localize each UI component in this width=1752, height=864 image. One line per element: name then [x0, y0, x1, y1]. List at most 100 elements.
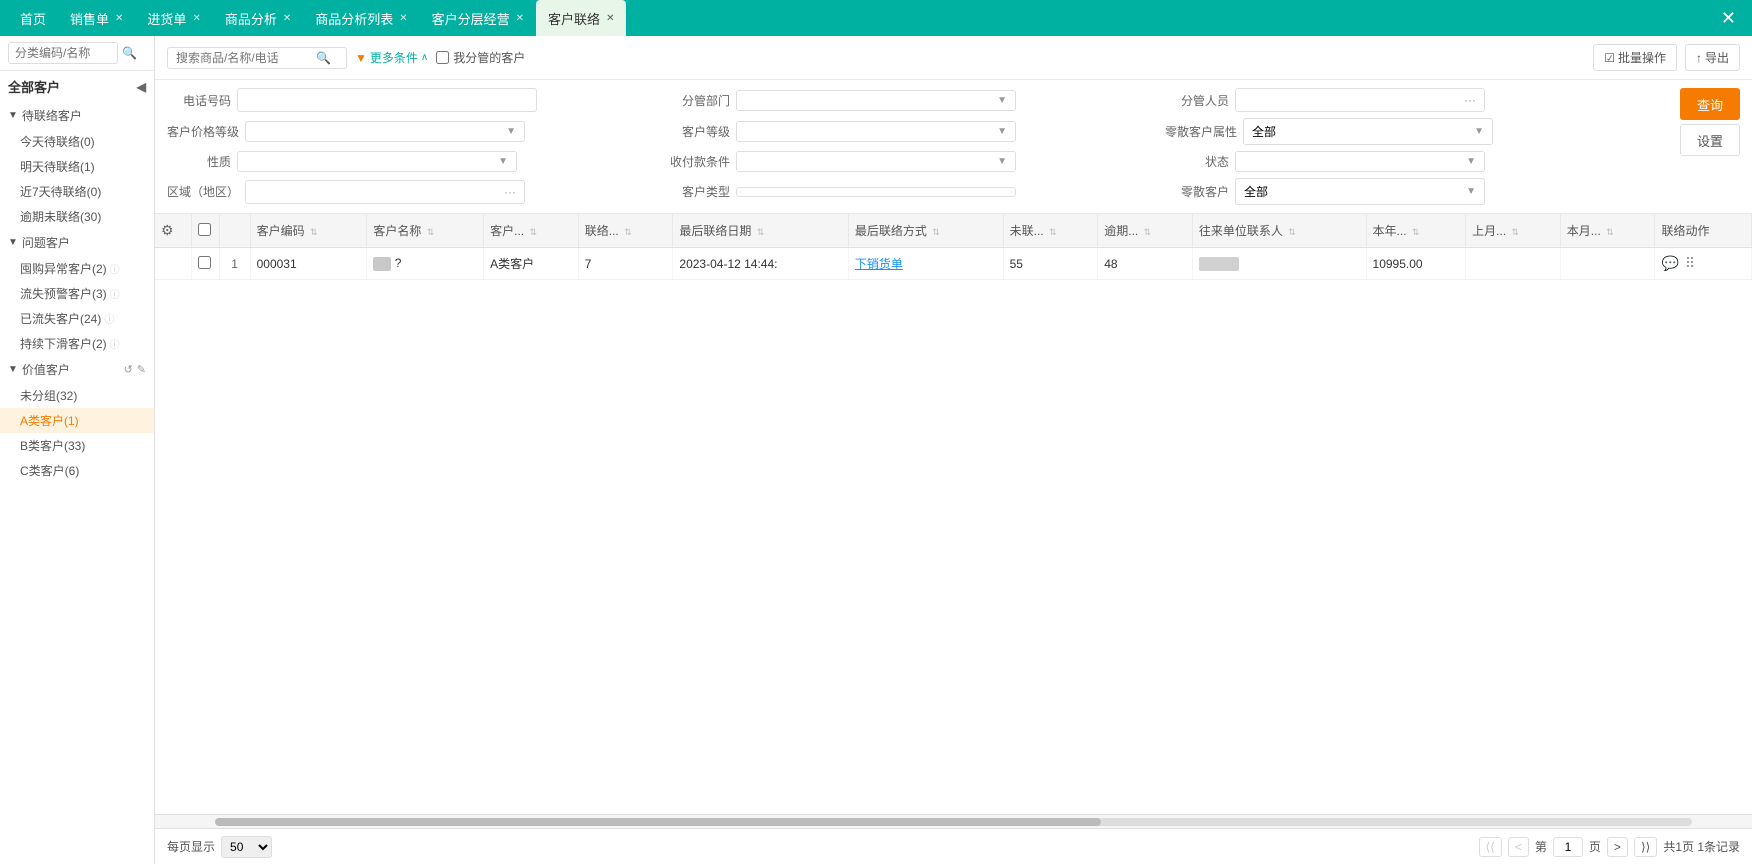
sidebar-item-churn-warning[interactable]: 流失预警客户(3) ⓘ — [0, 281, 154, 306]
filter-cell-person: 分管人员 ··· — [1165, 88, 1664, 112]
customer-level-dropdown-icon: ▼ — [997, 126, 1007, 137]
filter-cell-retail-customer: 零散客户 全部 ▼ — [1165, 178, 1664, 205]
nature-dropdown-icon: ▼ — [498, 156, 508, 167]
sidebar-collapse-icon[interactable]: ◀ — [137, 80, 146, 94]
value-edit-icon[interactable]: ✎ — [137, 363, 146, 376]
filter-search-box[interactable]: 🔍 — [167, 47, 347, 69]
price-level-select[interactable]: ▼ — [245, 121, 525, 142]
page-size-select[interactable]: 50 100 200 — [221, 836, 272, 858]
filter-search-input[interactable] — [176, 51, 316, 65]
close-tab-purchase-icon[interactable]: ✕ — [192, 13, 200, 24]
window-close-button[interactable]: ✕ — [1713, 8, 1744, 29]
page-size-control: 每页显示 50 100 200 — [167, 836, 272, 858]
nature-select[interactable]: ▼ — [237, 151, 517, 172]
nav-tab-sales[interactable]: 销售单 ✕ — [58, 0, 135, 36]
nav-tab-customer-contact[interactable]: 客户联络 ✕ — [536, 0, 626, 36]
next-page-button[interactable]: > — [1607, 837, 1628, 857]
filter-cell-retail-attr: 零散客户属性 全部 ▼ — [1165, 118, 1664, 145]
sidebar-group-problem[interactable]: ▼ 问题客户 — [0, 229, 154, 256]
query-button[interactable]: 查询 — [1680, 88, 1740, 120]
nav-tab-product-list[interactable]: 商品分析列表 ✕ — [303, 0, 419, 36]
sidebar-item-hoarding[interactable]: 囤购异常客户(2) ⓘ — [0, 256, 154, 281]
sidebar-group-pending[interactable]: ▼ 待联络客户 — [0, 102, 154, 129]
nav-tab-customer-mgmt[interactable]: 客户分层经营 ✕ — [420, 0, 536, 36]
filter-cell-price-level: 客户价格等级 ▼ — [167, 121, 666, 142]
data-table-container: ⚙ 客户编码 ⇅ 客户名称 ⇅ — [155, 214, 1752, 814]
row-checkbox[interactable] — [198, 256, 211, 269]
sidebar-item-overdue[interactable]: 逾期未联络(30) — [0, 204, 154, 229]
last-month-sort-icon: ⇅ — [1512, 227, 1520, 237]
payment-select[interactable]: ▼ — [736, 151, 1016, 172]
overdue-sort-icon: ⇅ — [1144, 227, 1152, 237]
sidebar-item-tomorrow[interactable]: 明天待联络(1) — [0, 154, 154, 179]
sidebar-all-label: 全部客户 — [8, 77, 60, 96]
table-settings-icon[interactable]: ⚙ — [161, 222, 174, 238]
first-page-button[interactable]: ⟨⟨ — [1479, 837, 1502, 857]
phone-input[interactable] — [237, 88, 537, 112]
retail-attr-select[interactable]: 全部 ▼ — [1243, 118, 1493, 145]
region-input[interactable]: ··· — [245, 180, 525, 204]
retail-customer-select[interactable]: 全部 ▼ — [1235, 178, 1485, 205]
close-tab-customer-contact-icon[interactable]: ✕ — [606, 13, 614, 24]
pending-group-arrow: ▼ — [8, 110, 18, 121]
last-page-button[interactable]: ⟩⟩ — [1634, 837, 1657, 857]
sidebar-item-declining[interactable]: 持续下滑客户(2) ⓘ — [0, 331, 154, 356]
close-tab-product-analysis-icon[interactable]: ✕ — [283, 13, 291, 24]
col-header-overdue: 逾期... ⇅ — [1098, 214, 1193, 248]
sidebar-search-input[interactable] — [8, 42, 118, 64]
code-sort-icon: ⇅ — [310, 227, 318, 237]
last-date-sort-icon: ⇅ — [757, 227, 765, 237]
person-input[interactable]: ··· — [1235, 88, 1485, 112]
cell-no-contact: 55 — [1003, 248, 1098, 280]
price-level-dropdown-icon: ▼ — [506, 126, 516, 137]
problem-group-arrow: ▼ — [8, 237, 18, 248]
churned-info-icon: ⓘ — [104, 311, 114, 326]
current-page-input[interactable] — [1553, 837, 1583, 857]
sidebar-item-unclassified[interactable]: 未分组(32) — [0, 383, 154, 408]
nav-tab-purchase[interactable]: 进货单 ✕ — [135, 0, 212, 36]
close-tab-sales-icon[interactable]: ✕ — [115, 13, 123, 24]
retail-attr-dropdown-icon: ▼ — [1474, 126, 1484, 137]
filter-cell-customer-level: 客户等级 ▼ — [666, 121, 1165, 142]
name-sort-icon: ⇅ — [427, 227, 435, 237]
sidebar-item-churned[interactable]: 已流失客户(24) ⓘ — [0, 306, 154, 331]
this-year-sort-icon: ⇅ — [1412, 227, 1420, 237]
batch-operations-button[interactable]: ☑ 批量操作 — [1593, 44, 1677, 71]
close-tab-customer-mgmt-icon[interactable]: ✕ — [516, 13, 524, 24]
more-chevron-icon: ∧ — [421, 52, 428, 63]
customer-level-select[interactable]: ▼ — [736, 121, 1016, 142]
cell-last-method: 下销货单 — [848, 248, 1003, 280]
export-button[interactable]: ↑ 导出 — [1685, 44, 1740, 71]
dept-select[interactable]: ▼ — [736, 90, 1016, 111]
settings-button[interactable]: 设置 — [1680, 124, 1740, 156]
hoarding-info-icon: ⓘ — [110, 261, 120, 276]
filter-row-3: 性质 ▼ 收付款条件 ▼ — [167, 151, 1664, 172]
my-customers-checkbox[interactable] — [436, 51, 449, 64]
nav-home[interactable]: 首页 — [8, 0, 58, 36]
filter-search-icon[interactable]: 🔍 — [316, 51, 331, 65]
horizontal-scrollbar[interactable] — [155, 814, 1752, 828]
filter-more-conditions[interactable]: ▼ 更多条件 ∧ — [355, 49, 428, 66]
person-dots-icon: ··· — [1464, 93, 1476, 107]
sidebar-item-a-class[interactable]: A类客户(1) — [0, 408, 154, 433]
last-method-link[interactable]: 下销货单 — [855, 257, 903, 271]
action-chat-icon[interactable]: 💬 — [1661, 255, 1678, 272]
status-select[interactable]: ▼ — [1235, 151, 1485, 172]
sidebar-item-7days[interactable]: 近7天待联络(0) — [0, 179, 154, 204]
prev-page-button[interactable]: < — [1508, 837, 1529, 857]
sidebar-search-icon[interactable]: 🔍 — [122, 46, 137, 60]
sidebar-item-today[interactable]: 今天待联络(0) — [0, 129, 154, 154]
filter-cell-phone: 电话号码 — [167, 88, 666, 112]
contact-sort-icon: ⇅ — [624, 227, 632, 237]
customer-type-select[interactable] — [736, 187, 1016, 197]
cell-contact-person — [1192, 248, 1366, 280]
nav-tab-product-analysis[interactable]: 商品分析 ✕ — [213, 0, 303, 36]
select-all-checkbox[interactable] — [198, 223, 211, 236]
sidebar-group-value[interactable]: ▼ 价值客户 ↺ ✎ — [0, 356, 154, 383]
value-refresh-icon[interactable]: ↺ — [124, 363, 133, 376]
action-qr-icon[interactable]: ⠿ — [1685, 255, 1695, 272]
close-tab-product-list-icon[interactable]: ✕ — [399, 13, 407, 24]
sidebar-all-customers[interactable]: 全部客户 ◀ — [0, 71, 154, 102]
sidebar-item-c-class[interactable]: C类客户(6) — [0, 458, 154, 483]
sidebar-item-b-class[interactable]: B类客户(33) — [0, 433, 154, 458]
